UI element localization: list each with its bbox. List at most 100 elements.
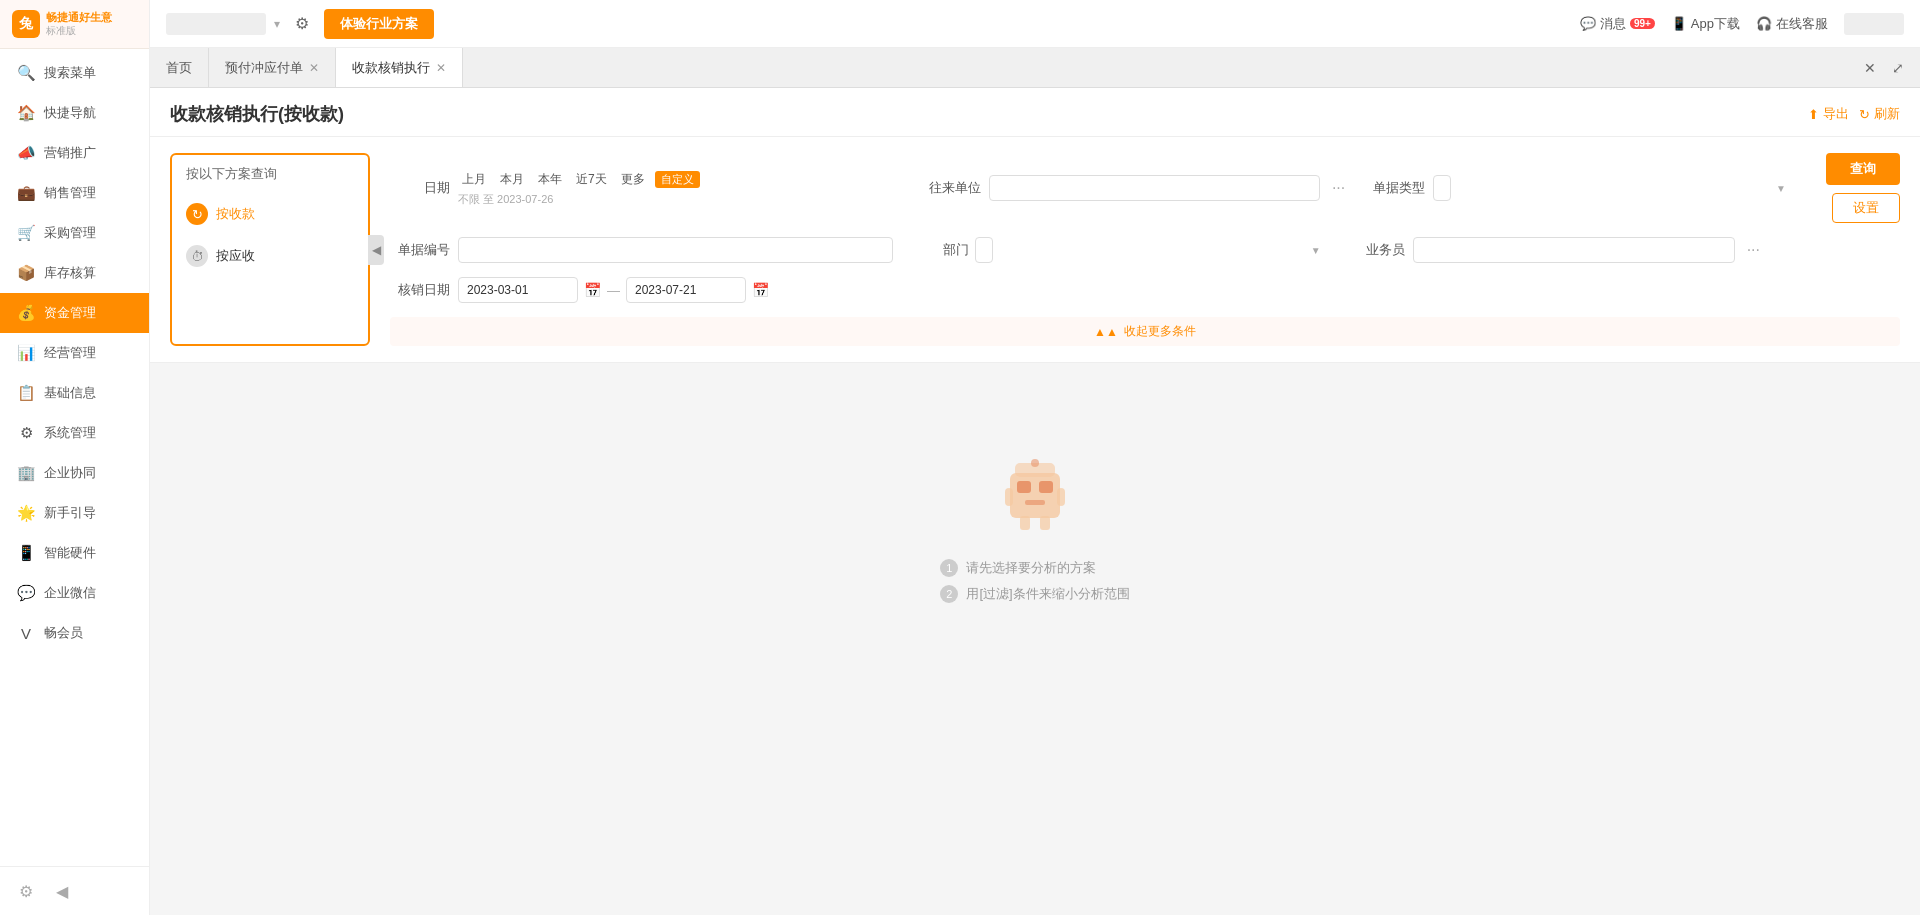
close-tab-icon[interactable]: ✕ [1856, 54, 1884, 82]
sidebar-item-企业协同[interactable]: 🏢企业协同 [0, 453, 149, 493]
sidebar-label: 快捷导航 [44, 104, 96, 122]
filter-sidebar-title: 按以下方案查询 [172, 155, 368, 193]
counterparty-field: 往来单位 ··· [921, 175, 1350, 201]
sidebar-item-基础信息[interactable]: 📋基础信息 [0, 373, 149, 413]
sidebar-label: 智能硬件 [44, 544, 96, 562]
counterparty-more-icon[interactable]: ··· [1328, 179, 1349, 197]
app-download-label: App下载 [1691, 15, 1740, 33]
verify-date-start-calendar-icon[interactable]: 📅 [584, 282, 601, 298]
date-more[interactable]: 更多 [617, 169, 649, 190]
page-header: 收款核销执行(按收款) ⬆ 导出 ↻ 刷新 [150, 88, 1920, 137]
bill-no-field: 单据编号 [390, 237, 893, 263]
sidebar-label: 营销推广 [44, 144, 96, 162]
sidebar-item-智能硬件[interactable]: 📱智能硬件 [0, 533, 149, 573]
query-button[interactable]: 查询 [1826, 153, 1900, 185]
collapse-sidebar-icon[interactable]: ◀ [48, 877, 76, 905]
staff-more-icon[interactable]: ··· [1743, 241, 1764, 259]
message-button[interactable]: 💬 消息 99+ [1580, 15, 1655, 33]
counterparty-input[interactable] [989, 175, 1320, 201]
tab-home-label: 首页 [166, 59, 192, 77]
topbar-dropdown-icon[interactable]: ▾ [274, 17, 280, 31]
svg-rect-7 [1040, 516, 1050, 530]
sidebar-item-库存核算[interactable]: 📦库存核算 [0, 253, 149, 293]
svg-rect-3 [1025, 500, 1045, 505]
sidebar-icon: 📣 [16, 143, 36, 163]
refresh-label: 刷新 [1874, 105, 1900, 123]
filter-receipt-icon: ↻ [186, 203, 208, 225]
empty-tip-1-text: 请先选择要分析的方案 [966, 559, 1096, 577]
dept-select[interactable] [975, 237, 993, 263]
collapse-more-button[interactable]: ▲▲ 收起更多条件 [390, 317, 1900, 346]
svg-rect-1 [1017, 481, 1031, 493]
date-last-month[interactable]: 上月 [458, 169, 490, 190]
export-button[interactable]: ⬆ 导出 [1808, 105, 1849, 123]
sidebar-item-资金管理[interactable]: 💰资金管理 [0, 293, 149, 333]
date-custom-tag[interactable]: 自定义 [655, 171, 700, 188]
sidebar-item-新手引导[interactable]: 🌟新手引导 [0, 493, 149, 533]
user-info[interactable] [1844, 13, 1904, 35]
tab-prepay[interactable]: 预付冲应付单 ✕ [209, 48, 336, 87]
sidebar-item-销售管理[interactable]: 💼销售管理 [0, 173, 149, 213]
filter-option-by-receivable[interactable]: ⏱ 按应收 [172, 235, 368, 277]
sidebar-item-采购管理[interactable]: 🛒采购管理 [0, 213, 149, 253]
settings-icon[interactable]: ⚙ [12, 877, 40, 905]
verify-date-end-calendar-icon[interactable]: 📅 [752, 282, 769, 298]
bill-type-select[interactable] [1433, 175, 1451, 201]
page-content: 收款核销执行(按收款) ⬆ 导出 ↻ 刷新 按以下方案查询 ↻ [150, 88, 1920, 915]
topbar-gear-icon[interactable]: ⚙ [288, 10, 316, 38]
sidebar-label: 资金管理 [44, 304, 96, 322]
date-this-year[interactable]: 本年 [534, 169, 566, 190]
bill-no-label: 单据编号 [390, 241, 450, 259]
counterparty-label: 往来单位 [921, 179, 981, 197]
sidebar-item-营销推广[interactable]: 📣 营销推广 [0, 133, 149, 173]
expand-tab-icon[interactable]: ⤢ [1884, 54, 1912, 82]
filter-receivable-label: 按应收 [216, 247, 255, 265]
sidebar-item-系统管理[interactable]: ⚙系统管理 [0, 413, 149, 453]
sidebar-item-快捷导航[interactable]: 🏠快捷导航 [0, 93, 149, 133]
tab-verify-close-icon[interactable]: ✕ [436, 61, 446, 75]
sidebar-icon: 💼 [16, 183, 36, 203]
filter-receivable-icon: ⏱ [186, 245, 208, 267]
date-field: 日期 上月 本月 本年 近7天 更多 自定义 不限 至 [390, 169, 905, 207]
sidebar-icon: 🔍 [16, 63, 36, 83]
tab-prepay-close-icon[interactable]: ✕ [309, 61, 319, 75]
sidebar-item-经营管理[interactable]: 📊经营管理 [0, 333, 149, 373]
empty-tip-2: 2 用[过滤]条件来缩小分析范围 [940, 585, 1129, 603]
sidebar-icon: 📦 [16, 263, 36, 283]
verify-date-dash: — [607, 283, 620, 298]
app-version: 标准版 [46, 24, 112, 38]
online-service-button[interactable]: 🎧 在线客服 [1756, 15, 1828, 33]
sidebar-label: 采购管理 [44, 224, 96, 242]
topbar: ▾ ⚙ 体验行业方案 💬 消息 99+ 📱 App下载 🎧 在线客服 [150, 0, 1920, 48]
tab-home[interactable]: 首页 [150, 48, 209, 87]
app-icon: 📱 [1671, 16, 1687, 31]
logo-icon: 兔 [12, 10, 40, 38]
tab-verify[interactable]: 收款核销执行 ✕ [336, 48, 463, 87]
sidebar-item-企业微信[interactable]: 💬企业微信 [0, 573, 149, 613]
setting-button[interactable]: 设置 [1832, 193, 1900, 223]
date-this-month[interactable]: 本月 [496, 169, 528, 190]
staff-input[interactable] [1413, 237, 1735, 263]
sidebar-nav: 🔍 搜索菜单 🏠快捷导航 📣 营销推广 💼销售管理🛒采购管理📦库存核算💰资金管理📊经营管理… [0, 49, 149, 866]
filter-form: 日期 上月 本月 本年 近7天 更多 自定义 不限 至 [390, 153, 1900, 346]
sidebar-label: 系统管理 [44, 424, 96, 442]
verify-date-end-input[interactable] [626, 277, 746, 303]
collapse-more-label: 收起更多条件 [1124, 323, 1196, 340]
service-icon: 🎧 [1756, 16, 1772, 31]
refresh-button[interactable]: ↻ 刷新 [1859, 105, 1900, 123]
filter-sidebar-collapse-icon[interactable]: ◀ [368, 235, 384, 265]
bill-no-input[interactable] [458, 237, 893, 263]
sidebar-icon: 📊 [16, 343, 36, 363]
app-name: 畅捷通好生意 [46, 10, 112, 24]
sidebar-item-畅会员[interactable]: V畅会员 [0, 613, 149, 653]
bill-type-field: 单据类型 [1365, 175, 1794, 201]
date-7days[interactable]: 近7天 [572, 169, 611, 190]
verify-date-start-input[interactable] [458, 277, 578, 303]
industry-plan-button[interactable]: 体验行业方案 [324, 9, 434, 39]
verify-date-field: 核销日期 📅 — 📅 [390, 277, 1900, 303]
page-title: 收款核销执行(按收款) [170, 102, 344, 126]
app-download-button[interactable]: 📱 App下载 [1671, 15, 1740, 33]
sidebar-label: 搜索菜单 [44, 64, 96, 82]
sidebar-item-搜索菜单[interactable]: 🔍 搜索菜单 [0, 53, 149, 93]
filter-option-by-receipt[interactable]: ↻ 按收款 [172, 193, 368, 235]
